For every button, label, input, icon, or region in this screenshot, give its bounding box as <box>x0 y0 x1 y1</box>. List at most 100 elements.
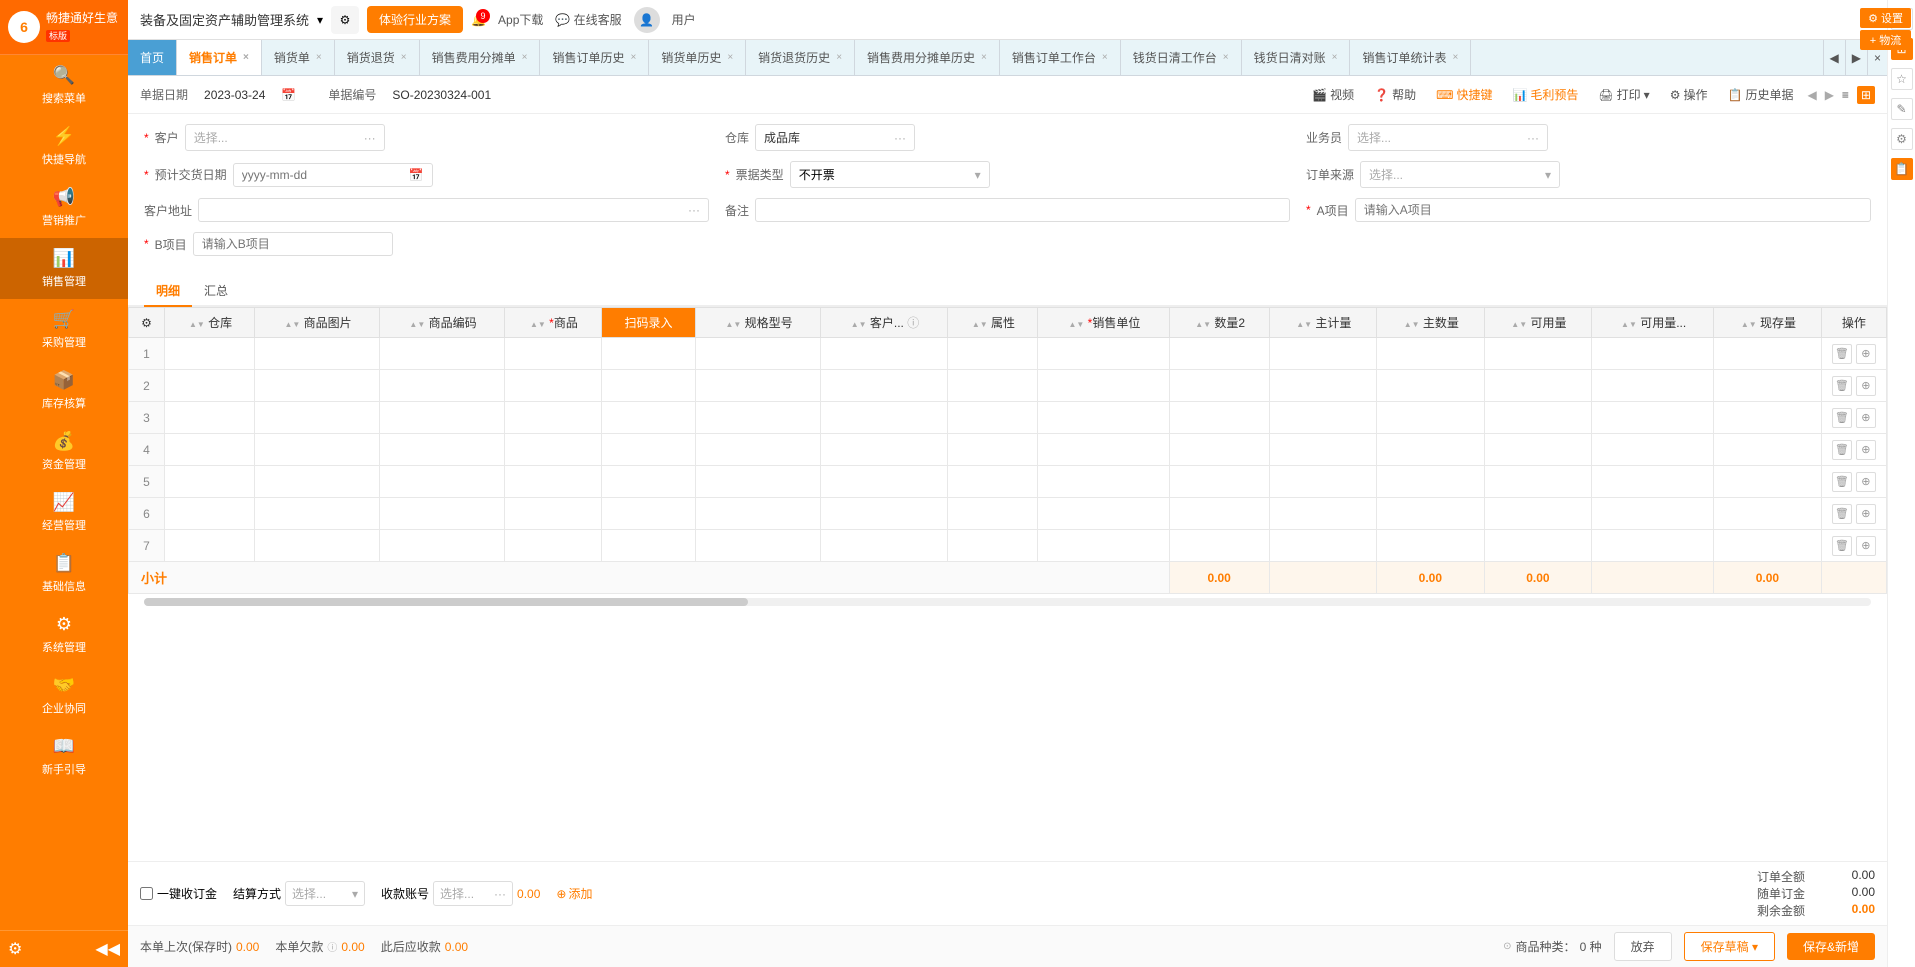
row-7-col-8[interactable] <box>947 530 1037 562</box>
warehouse-input[interactable]: 成品库 ··· <box>755 124 915 151</box>
warehouse-expand-icon[interactable]: ··· <box>894 131 906 145</box>
row-5-col-10[interactable] <box>1169 466 1269 498</box>
row-5-col-11[interactable] <box>1269 466 1377 498</box>
sidebar-item-基础信息[interactable]: 📋基础信息 <box>0 543 128 604</box>
tab-2[interactable]: 销货单 × <box>262 40 335 76</box>
scrollbar-thumb[interactable] <box>144 598 748 606</box>
industry-btn[interactable]: 体验行业方案 <box>367 6 463 33</box>
row-6-col-6[interactable] <box>696 498 821 530</box>
grid-icon[interactable]: ⊞ <box>1857 86 1875 104</box>
remarks-text-input[interactable] <box>764 203 1281 217</box>
row-4-col-13[interactable] <box>1484 434 1592 466</box>
sidebar-item-销售管理[interactable]: 📊销售管理 <box>0 238 128 299</box>
row-4-col-11[interactable] <box>1269 434 1377 466</box>
history-btn[interactable]: 📋 历史单据 <box>1721 84 1799 105</box>
tab-close-4[interactable]: × <box>522 52 528 63</box>
row-6-col-3[interactable] <box>380 498 505 530</box>
row-1-col-1[interactable] <box>165 338 255 370</box>
row-4-col-14[interactable] <box>1592 434 1714 466</box>
row-4-col-3[interactable] <box>380 434 505 466</box>
row-3-col-4[interactable] <box>504 402 601 434</box>
account-select[interactable]: 选择... ··· <box>433 881 513 906</box>
row-4-col-9[interactable] <box>1038 434 1170 466</box>
row-3-copy[interactable]: ⊕ <box>1856 408 1876 428</box>
row-6-col-14[interactable] <box>1592 498 1714 530</box>
row-6-col-7[interactable] <box>821 498 948 530</box>
row-6-col-13[interactable] <box>1484 498 1592 530</box>
row-7-col-15[interactable] <box>1714 530 1822 562</box>
row-6-col-15[interactable] <box>1714 498 1822 530</box>
row-1-col-12[interactable] <box>1377 338 1485 370</box>
print-btn[interactable]: 🖨 打印 ▾ <box>1592 84 1655 105</box>
row-7-col-9[interactable] <box>1038 530 1170 562</box>
row-2-col-3[interactable] <box>380 370 505 402</box>
tab-close-2[interactable]: × <box>316 52 322 63</box>
save-draft-chevron[interactable]: ▾ <box>1752 940 1758 954</box>
row-6-col-1[interactable] <box>165 498 255 530</box>
app-download-link[interactable]: App下载 <box>498 11 543 28</box>
row-4-col-8[interactable] <box>947 434 1037 466</box>
sidebar-item-经营管理[interactable]: 📈经营管理 <box>0 482 128 543</box>
row-6-col-9[interactable] <box>1038 498 1170 530</box>
shortcut-btn[interactable]: ⌨ 快捷键 <box>1430 84 1498 105</box>
row-3-col-1[interactable] <box>165 402 255 434</box>
row-4-delete[interactable]: 🗑 <box>1832 440 1852 460</box>
row-1-col-11[interactable] <box>1269 338 1377 370</box>
row-4-copy[interactable]: ⊕ <box>1856 440 1876 460</box>
tab-10[interactable]: 钱货日清工作台 × <box>1121 40 1242 76</box>
system-dropdown[interactable]: ▾ <box>317 13 323 27</box>
staff-input[interactable]: 选择... ··· <box>1348 124 1548 151</box>
sidebar-item-营销推广[interactable]: 📢营销推广 <box>0 177 128 238</box>
row-7-col-3[interactable] <box>380 530 505 562</box>
row-3-col-3[interactable] <box>380 402 505 434</box>
row-6-col-12[interactable] <box>1377 498 1485 530</box>
row-1-delete[interactable]: 🗑 <box>1832 344 1852 364</box>
tab-11[interactable]: 钱货日清对账 × <box>1242 40 1351 76</box>
row-1-col-14[interactable] <box>1592 338 1714 370</box>
remarks-input[interactable] <box>755 198 1290 222</box>
col-scan[interactable]: 扫码录入 <box>601 308 695 338</box>
nav-right-icon[interactable]: ▶ <box>1825 88 1834 102</box>
row-3-col-10[interactable] <box>1169 402 1269 434</box>
row-6-col-2[interactable] <box>255 498 380 530</box>
row-6-delete[interactable]: 🗑 <box>1832 504 1852 524</box>
row-2-col-4[interactable] <box>504 370 601 402</box>
staff-expand-icon[interactable]: ··· <box>1527 131 1539 145</box>
row-3-col-14[interactable] <box>1592 402 1714 434</box>
row-4-col-1[interactable] <box>165 434 255 466</box>
profit-btn[interactable]: 📊 毛利预告 <box>1506 84 1584 105</box>
tab-5[interactable]: 销售订单历史 × <box>540 40 649 76</box>
row-5-col-8[interactable] <box>947 466 1037 498</box>
row-3-col-15[interactable] <box>1714 402 1822 434</box>
invoice-select[interactable]: 不开票 ▾ <box>790 161 990 188</box>
row-7-col-6[interactable] <box>696 530 821 562</box>
tab-7[interactable]: 销货退货历史 × <box>746 40 855 76</box>
tab-prev[interactable]: ◀ <box>1823 40 1845 76</box>
row-3-col-9[interactable] <box>1038 402 1170 434</box>
tab-close-9[interactable]: × <box>1102 52 1108 63</box>
row-1-col-7[interactable] <box>821 338 948 370</box>
row-2-col-2[interactable] <box>255 370 380 402</box>
tab-close-3[interactable]: × <box>401 52 407 63</box>
row-3-col-11[interactable] <box>1269 402 1377 434</box>
row-3-col-2[interactable] <box>255 402 380 434</box>
row-5-col-1[interactable] <box>165 466 255 498</box>
row-1-col-8[interactable] <box>947 338 1037 370</box>
save-draft-btn[interactable]: 保存草稿 ▾ <box>1684 932 1775 961</box>
row-2-col-15[interactable] <box>1714 370 1822 402</box>
right-panel-icon-3[interactable]: ☆ <box>1891 68 1913 90</box>
row-1-col-6[interactable] <box>696 338 821 370</box>
row-5-col-9[interactable] <box>1038 466 1170 498</box>
tab-8[interactable]: 销售费用分摊单历史 × <box>855 40 1000 76</box>
row-1-col-4[interactable] <box>504 338 601 370</box>
row-5-col-6[interactable] <box>696 466 821 498</box>
tab-close-11[interactable]: × <box>1332 52 1338 63</box>
address-text-input[interactable] <box>207 203 684 217</box>
row-4-col-4[interactable] <box>504 434 601 466</box>
row-1-col-5[interactable] <box>601 338 695 370</box>
tab-1[interactable]: 销售订单 × <box>177 40 262 76</box>
row-5-col-13[interactable] <box>1484 466 1592 498</box>
view-btn[interactable]: 🎬 视频 <box>1306 84 1360 105</box>
row-6-col-10[interactable] <box>1169 498 1269 530</box>
tab-0[interactable]: 首页 <box>128 40 177 76</box>
